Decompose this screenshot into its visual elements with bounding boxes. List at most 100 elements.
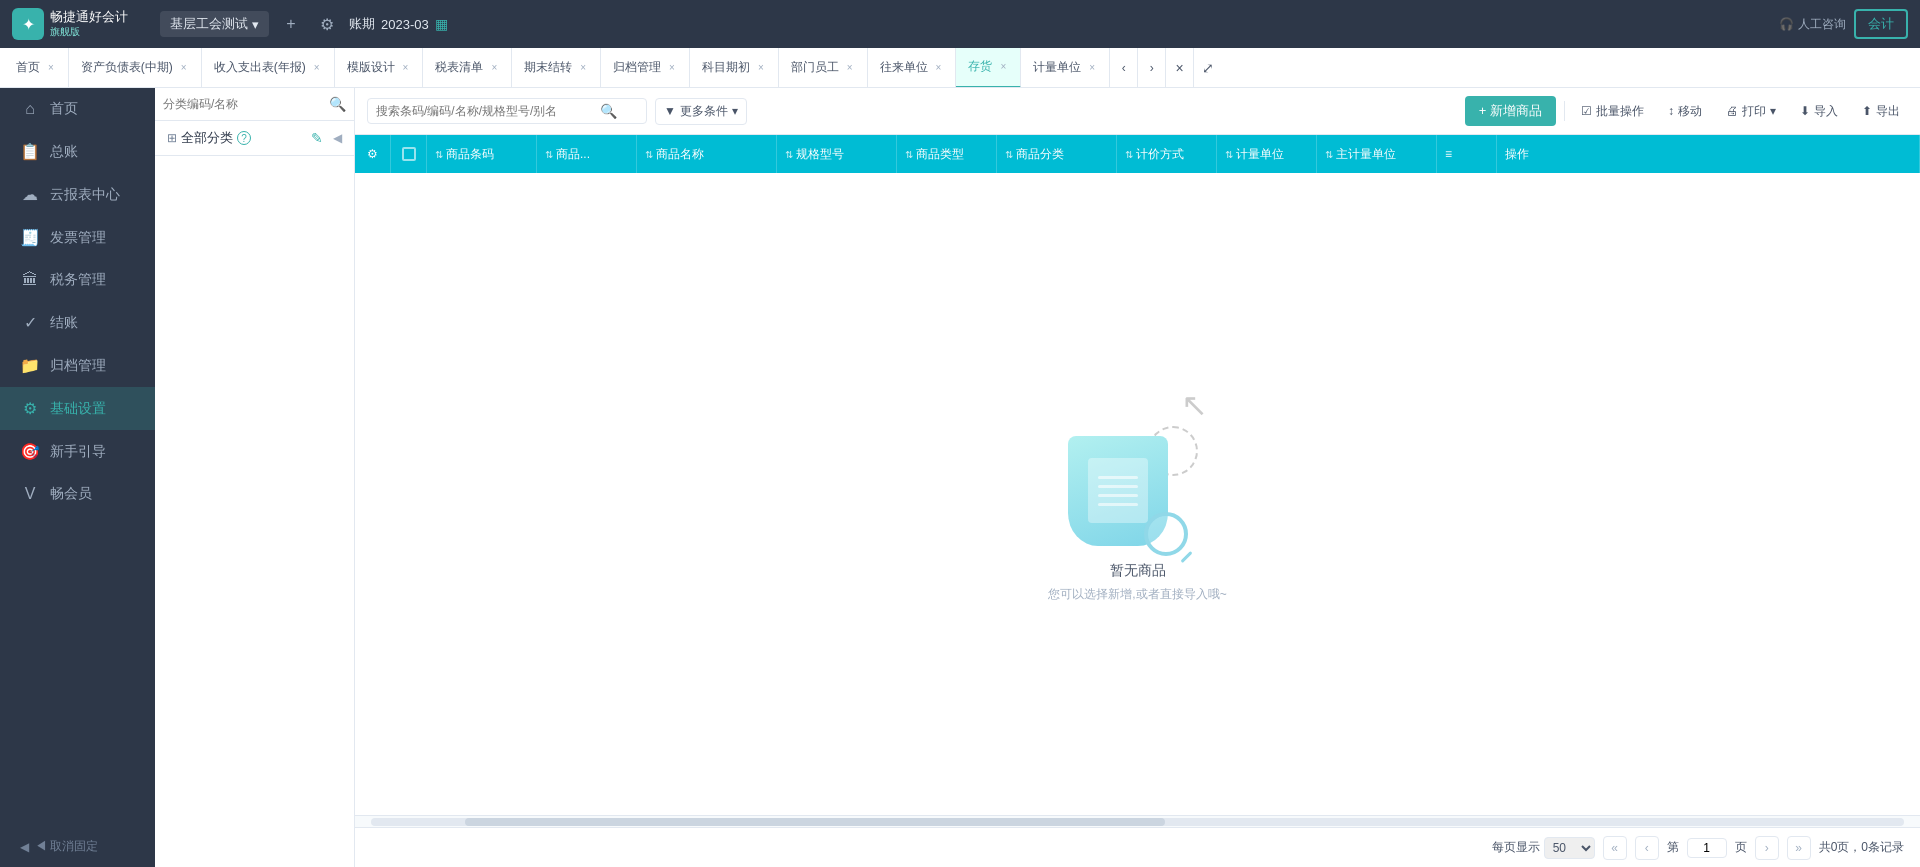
sidebar-item-close-accounts[interactable]: ✓ 结账 [0, 301, 155, 344]
tab-archive[interactable]: 归档管理 × [601, 48, 690, 88]
tab-uom-close[interactable]: × [1087, 61, 1097, 74]
empty-desc: 您可以选择新增,或者直接导入哦~ [1048, 586, 1226, 603]
tab-template-close[interactable]: × [401, 61, 411, 74]
tab-inventory[interactable]: 存货 × [956, 48, 1021, 88]
tab-subject-close[interactable]: × [756, 61, 766, 74]
add-tab-button[interactable]: + [277, 10, 305, 38]
select-all-checkbox[interactable] [402, 147, 416, 161]
tab-income-close[interactable]: × [312, 61, 322, 74]
category-search-icon[interactable]: 🔍 [329, 96, 346, 112]
tab-vendor-close[interactable]: × [934, 61, 944, 74]
collapse-panel-icon[interactable]: ◀ [333, 131, 342, 145]
import-label: 导入 [1814, 103, 1838, 120]
move-button[interactable]: ↕ 移动 [1660, 99, 1710, 124]
tab-dept-close[interactable]: × [845, 61, 855, 74]
page-prev-btn[interactable]: ‹ [1635, 836, 1659, 860]
tab-inventory-close[interactable]: × [998, 60, 1008, 73]
batch-operation-button[interactable]: ☑ 批量操作 [1573, 99, 1652, 124]
top-bar: ✦ 畅捷通好会计 旗舰版 基层工会测试 ▾ + ⚙ 账期 2023-03 ▦ 🎧… [0, 0, 1920, 48]
sidebar-item-archive[interactable]: 📁 归档管理 [0, 344, 155, 387]
sidebar-item-basic-settings[interactable]: ⚙ 基础设置 [0, 387, 155, 430]
tab-tax-list-close[interactable]: × [489, 61, 499, 74]
tab-income[interactable]: 收入支出表(年报) × [202, 48, 335, 88]
th-settings[interactable]: ⚙ [355, 135, 391, 173]
th-price-method[interactable]: ⇅ 计价方式 [1117, 135, 1217, 173]
tab-home-label: 首页 [16, 59, 40, 76]
page-next-btn[interactable]: › [1755, 836, 1779, 860]
tab-period-end-label: 期末结转 [524, 59, 572, 76]
sidebar-item-tax[interactable]: 🏛 税务管理 [0, 259, 155, 301]
sidebar-item-member[interactable]: V 畅会员 [0, 473, 155, 515]
page-last-btn[interactable]: » [1787, 836, 1811, 860]
service-button[interactable]: 🎧 人工咨询 [1779, 16, 1846, 33]
print-button[interactable]: 🖨 打印 ▾ [1718, 99, 1784, 124]
sidebar-collapse-btn[interactable]: ◀ ◀ 取消固定 [0, 826, 155, 867]
member-icon: V [20, 485, 40, 503]
th-extra[interactable]: ≡ [1437, 135, 1497, 173]
tab-dept[interactable]: 部门员工 × [779, 48, 868, 88]
tab-tax-list[interactable]: 税表清单 × [423, 48, 512, 88]
tab-nav-prev[interactable]: ‹ [1110, 48, 1138, 88]
tab-balance-close[interactable]: × [179, 61, 189, 74]
tab-home-close[interactable]: × [46, 61, 56, 74]
tab-expand[interactable]: ⤢ [1194, 48, 1222, 88]
th-checkbox[interactable] [391, 135, 427, 173]
tab-nav-next[interactable]: › [1138, 48, 1166, 88]
account-button[interactable]: 会计 [1854, 9, 1908, 39]
tab-archive-close[interactable]: × [667, 61, 677, 74]
page-number-input[interactable] [1687, 838, 1727, 858]
product-search-input[interactable] [376, 104, 596, 118]
per-page-select[interactable]: 50 100 200 [1544, 837, 1595, 859]
sidebar-collapse-label: ◀ 取消固定 [35, 838, 98, 855]
category-search-input[interactable] [163, 97, 325, 111]
sidebar-item-home[interactable]: ⌂ 首页 [0, 88, 155, 130]
sidebar-item-guide[interactable]: 🎯 新手引导 [0, 430, 155, 473]
th-barcode[interactable]: ⇅ 商品条码 [427, 135, 537, 173]
tab-close-all[interactable]: × [1166, 48, 1194, 88]
th-extra-label: ≡ [1445, 147, 1452, 161]
product-search-icon[interactable]: 🔍 [600, 103, 617, 119]
tab-balance-label: 资产负债表(中期) [81, 59, 173, 76]
calendar-icon[interactable]: ▦ [435, 16, 448, 32]
tab-subject[interactable]: 科目期初 × [690, 48, 779, 88]
th-ops: 操作 [1497, 135, 1920, 173]
add-product-button[interactable]: + 新增商品 [1465, 96, 1556, 126]
tab-dept-label: 部门员工 [791, 59, 839, 76]
sidebar-item-reports-label: 云报表中心 [50, 186, 120, 204]
th-name[interactable]: ⇅ 商品名称 [637, 135, 777, 173]
th-unit[interactable]: ⇅ 计量单位 [1217, 135, 1317, 173]
table-header: ⚙ ⇅ 商品条码 ⇅ 商品... [355, 135, 1920, 173]
tab-template[interactable]: 模版设计 × [335, 48, 424, 88]
edit-categories-icon[interactable]: ✎ [311, 130, 323, 146]
settings-gear-icon: ⚙ [20, 399, 40, 418]
sidebar-item-close-accounts-label: 结账 [50, 314, 78, 332]
tab-period-end[interactable]: 期末结转 × [512, 48, 601, 88]
tab-vendor[interactable]: 往来单位 × [868, 48, 957, 88]
sidebar-item-invoice[interactable]: 🧾 发票管理 [0, 216, 155, 259]
th-category[interactable]: ⇅ 商品分类 [997, 135, 1117, 173]
ledger-icon: 📋 [20, 142, 40, 161]
sidebar-item-reports[interactable]: ☁ 云报表中心 [0, 173, 155, 216]
import-button[interactable]: ⬇ 导入 [1792, 99, 1846, 124]
th-code[interactable]: ⇅ 商品... [537, 135, 637, 173]
toolbar-row: 🔍 ▼ 更多条件 ▾ + 新增商品 ☑ 批量操作 ↕ 移 [355, 88, 1920, 135]
th-spec-sort-icon: ⇅ [785, 149, 793, 160]
tab-uom[interactable]: 计量单位 × [1021, 48, 1110, 88]
settings-icon[interactable]: ⚙ [313, 10, 341, 38]
th-spec[interactable]: ⇅ 规格型号 [777, 135, 897, 173]
page-first-btn[interactable]: « [1603, 836, 1627, 860]
tab-home[interactable]: 首页 × [4, 48, 69, 88]
export-button[interactable]: ⬆ 导出 [1854, 99, 1908, 124]
sidebar-item-ledger-label: 总账 [50, 143, 78, 161]
service-label: 人工咨询 [1798, 16, 1846, 33]
scroll-bar-area[interactable] [355, 815, 1920, 827]
th-main-unit[interactable]: ⇅ 主计量单位 [1317, 135, 1437, 173]
scroll-bar-thumb[interactable] [465, 818, 1165, 826]
company-selector[interactable]: 基层工会测试 ▾ [160, 11, 269, 37]
sidebar-item-ledger[interactable]: 📋 总账 [0, 130, 155, 173]
more-filters-button[interactable]: ▼ 更多条件 ▾ [655, 98, 747, 125]
tab-period-end-close[interactable]: × [578, 61, 588, 74]
more-filters-label: 更多条件 [680, 103, 728, 120]
th-type[interactable]: ⇅ 商品类型 [897, 135, 997, 173]
tab-balance[interactable]: 资产负债表(中期) × [69, 48, 202, 88]
